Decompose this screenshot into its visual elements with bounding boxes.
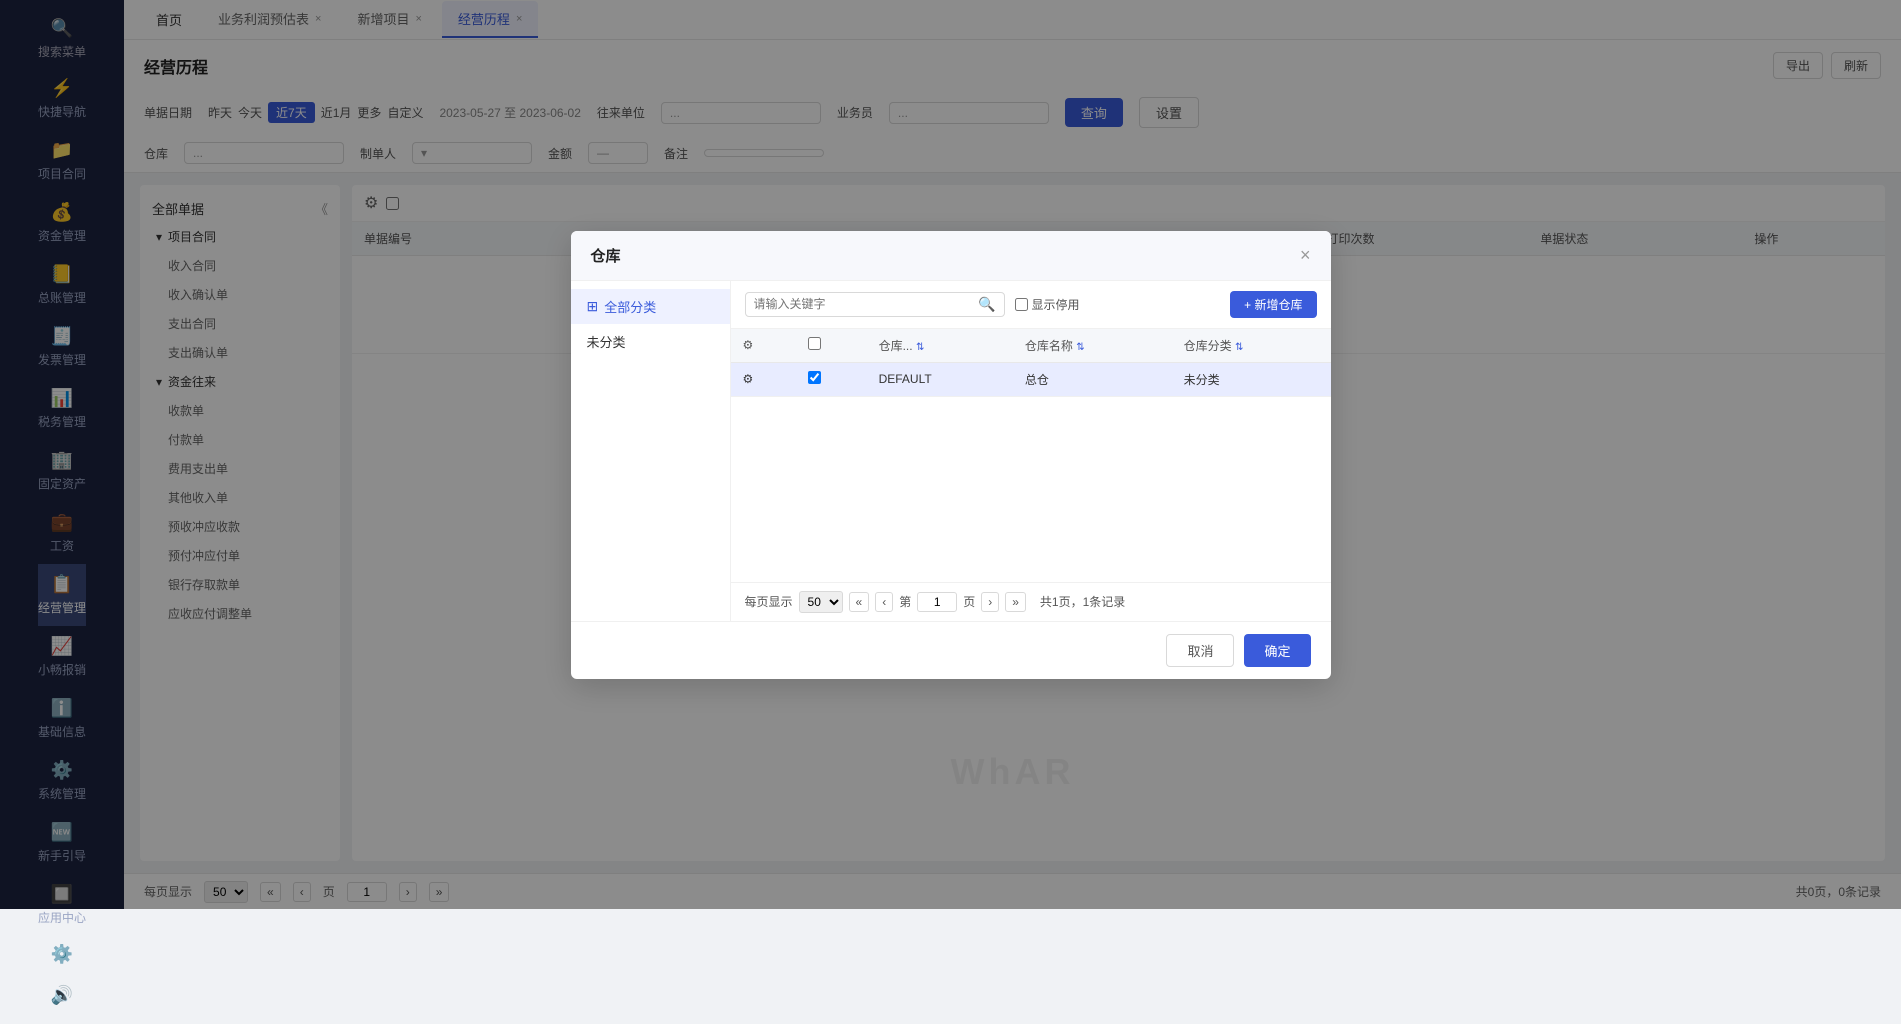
dialog-pagination: 每页显示 50 « ‹ 第 页 › » 共1页，1条记录	[731, 582, 1331, 621]
confirm-button[interactable]: 确定	[1244, 634, 1310, 667]
dialog-first-page-btn[interactable]: «	[849, 592, 870, 612]
dialog-table-body: ⚙ DEFAULT 总仓 未分类	[731, 362, 1331, 396]
dialog-row-settings: ⚙	[731, 362, 797, 396]
dialog-last-page-btn[interactable]: »	[1005, 592, 1026, 612]
grid-icon: ⊞	[587, 298, 599, 315]
sound-icon[interactable]: 🔊	[43, 977, 81, 1014]
dialog-left-item-unclassified[interactable]: 未分类	[571, 324, 730, 359]
dialog-col-settings: ⚙	[731, 329, 797, 363]
dialog-left-item-all[interactable]: ⊞全部分类	[571, 289, 730, 324]
dialog-left-panel: ⊞全部分类未分类	[571, 281, 731, 621]
show-disabled-label: 显示停用	[1032, 296, 1080, 313]
dialog-row-checkbox	[796, 362, 866, 396]
settings-icon[interactable]: ⚙	[743, 372, 754, 386]
dialog-overlay: 仓库 × ⊞全部分类未分类 🔍 显示停用 + 新增仓库	[0, 0, 1901, 909]
row-checkbox[interactable]	[808, 371, 821, 384]
dialog-search-box[interactable]: 🔍	[745, 292, 1005, 317]
dialog-per-page-label: 每页显示	[745, 593, 793, 610]
sidebar-bottom: ⚙️ 🔊	[43, 936, 81, 1024]
dialog-toolbar: 🔍 显示停用 + 新增仓库	[731, 281, 1331, 329]
add-warehouse-button[interactable]: + 新增仓库	[1230, 291, 1316, 318]
dialog-prev-page-btn[interactable]: ‹	[875, 592, 893, 612]
dialog-table-wrap: ⚙ 仓库... ⇅ 仓库名称 ⇅ 仓库分类 ⇅ ⚙ DEFAULT 总仓 未分类	[731, 329, 1331, 582]
dialog-table-header-row: ⚙ 仓库... ⇅ 仓库名称 ⇅ 仓库分类 ⇅	[731, 329, 1331, 363]
cancel-button[interactable]: 取消	[1166, 634, 1234, 667]
dialog-close-button[interactable]: ×	[1300, 245, 1311, 266]
show-disabled-checkbox-label[interactable]: 显示停用	[1015, 296, 1080, 313]
dialog-search-input[interactable]	[754, 297, 979, 311]
dialog-page-input[interactable]	[917, 592, 957, 612]
dialog-per-page-select[interactable]: 50	[799, 591, 843, 613]
dialog-footer: 取消 确定	[571, 621, 1331, 679]
dialog-row-code: DEFAULT	[867, 362, 1013, 396]
dialog-body: ⊞全部分类未分类 🔍 显示停用 + 新增仓库	[571, 281, 1331, 621]
show-disabled-checkbox[interactable]	[1015, 298, 1028, 311]
dialog-table-row[interactable]: ⚙ DEFAULT 总仓 未分类	[731, 362, 1331, 396]
dialog-row-category: 未分类	[1172, 362, 1331, 396]
dialog-page-end-label: 页	[963, 593, 975, 610]
dialog-col-checkbox	[796, 329, 866, 363]
dialog-col-code: 仓库... ⇅	[867, 329, 1013, 363]
dialog-right-panel: 🔍 显示停用 + 新增仓库 ⚙ 仓库... ⇅	[731, 281, 1331, 621]
settings-icon[interactable]: ⚙️	[43, 936, 81, 973]
dialog-header: 仓库 ×	[571, 231, 1331, 281]
dialog-table: ⚙ 仓库... ⇅ 仓库名称 ⇅ 仓库分类 ⇅ ⚙ DEFAULT 总仓 未分类	[731, 329, 1331, 397]
dialog-total-label: 共1页，1条记录	[1040, 593, 1125, 610]
search-icon: 🔍	[978, 296, 995, 313]
dialog-col-category: 仓库分类 ⇅	[1172, 329, 1331, 363]
dialog-title: 仓库	[591, 245, 621, 266]
dialog-next-page-btn[interactable]: ›	[981, 592, 999, 612]
sidebar-label-app-center: 应用中心	[38, 909, 86, 926]
dialog-col-name: 仓库名称 ⇅	[1013, 329, 1172, 363]
dialog-select-all[interactable]	[808, 337, 821, 350]
dialog-row-name: 总仓	[1013, 362, 1172, 396]
dialog-page-label: 第	[899, 593, 911, 610]
warehouse-dialog: 仓库 × ⊞全部分类未分类 🔍 显示停用 + 新增仓库	[571, 231, 1331, 679]
